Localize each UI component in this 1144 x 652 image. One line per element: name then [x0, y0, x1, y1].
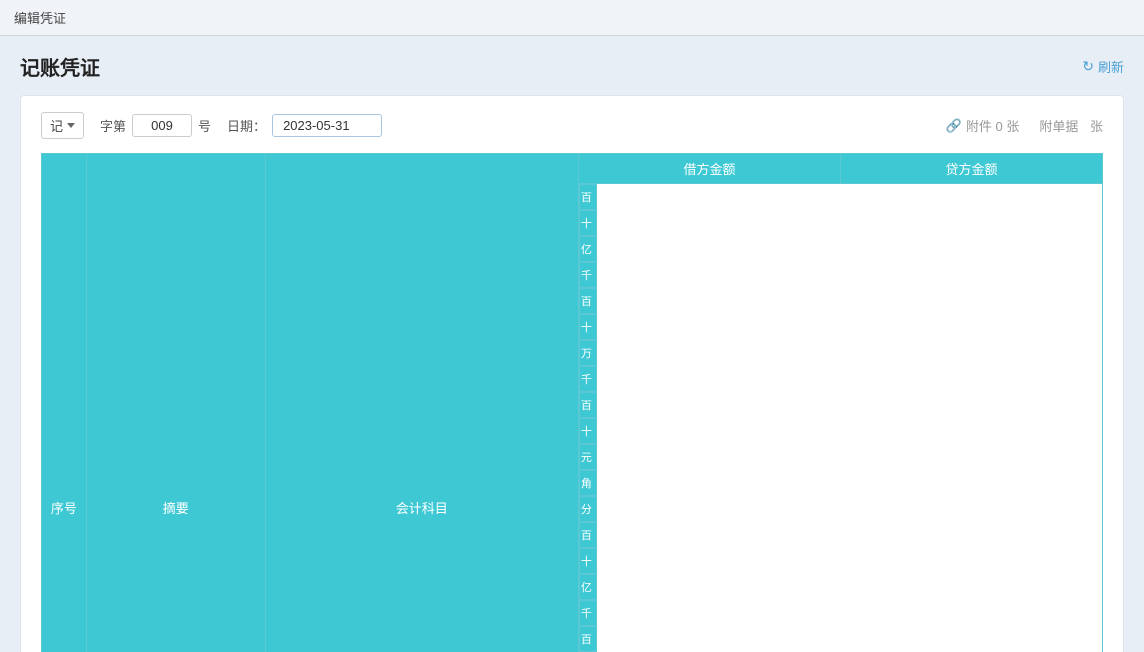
col-header-summary: 摘要	[86, 154, 265, 652]
debit-digit-header: 百	[579, 288, 597, 314]
zi-label: 字第	[100, 116, 126, 135]
debit-digit-header: 百	[579, 392, 597, 418]
date-label: 日期：	[227, 116, 266, 135]
credit-digit-header: 百	[579, 626, 597, 652]
sheets-unit: 张	[1090, 116, 1103, 135]
refresh-label: 刷新	[1098, 57, 1124, 76]
debit-digit-header: 亿	[579, 236, 597, 262]
sheets-label: 附单据	[1039, 116, 1078, 135]
form-row: 记 字第 号 日期： 🔗 附件 0 张 附单据	[41, 112, 1103, 139]
type-dropdown[interactable]: 记	[41, 112, 84, 139]
type-value: 记	[50, 116, 63, 135]
credit-digit-header: 千	[579, 600, 597, 626]
attachment-label: 附件 0 张	[966, 116, 1019, 135]
debit-digit-header: 万	[579, 340, 597, 366]
window-title: 编辑凭证	[14, 8, 66, 27]
attachment-link[interactable]: 🔗 附件 0 张	[946, 116, 1020, 135]
hao-label: 号	[198, 116, 211, 135]
number-field: 字第 号	[100, 114, 211, 137]
window-titlebar: 编辑凭证	[0, 0, 1144, 36]
voucher-table: 序号 摘要 会计科目 借方金额 贷方金额 百十亿千百十万千百十元角分百十亿千百十…	[41, 153, 1103, 652]
debit-digit-header: 十	[579, 418, 597, 444]
type-field: 记	[41, 112, 84, 139]
credit-digit-header: 亿	[579, 574, 597, 600]
debit-digit-header: 分	[579, 496, 597, 522]
page-title: 记账凭证	[20, 52, 100, 81]
attachment-icon: 🔗	[946, 118, 962, 134]
credit-digit-header: 十	[579, 548, 597, 574]
debit-digit-header: 百	[579, 184, 597, 210]
debit-digit-header: 千	[579, 366, 597, 392]
col-header-account: 会计科目	[265, 154, 578, 652]
right-controls: 🔗 附件 0 张 附单据 张	[946, 116, 1103, 135]
debit-digit-header: 十	[579, 210, 597, 236]
refresh-icon: ↻	[1082, 58, 1094, 75]
sheets-field[interactable]: 附单据 张	[1039, 116, 1103, 135]
main-area: 记账凭证 ↻ 刷新 记 字第 号 日期：	[0, 36, 1144, 652]
col-header-debit: 借方金额	[578, 154, 840, 184]
credit-digit-header: 百	[579, 522, 597, 548]
page-header: 记账凭证 ↻ 刷新	[20, 52, 1124, 81]
debit-digit-header: 十	[579, 314, 597, 340]
col-header-credit: 贷方金额	[841, 154, 1103, 184]
debit-digit-header: 角	[579, 470, 597, 496]
type-chevron-icon	[67, 123, 75, 128]
debit-digit-header: 元	[579, 444, 597, 470]
col-header-seq: 序号	[42, 154, 87, 652]
debit-digit-header: 千	[579, 262, 597, 288]
refresh-button[interactable]: ↻ 刷新	[1082, 57, 1124, 76]
voucher-card: 记 字第 号 日期： 🔗 附件 0 张 附单据	[20, 95, 1124, 652]
date-field: 日期：	[227, 114, 382, 137]
table-container: 序号 摘要 会计科目 借方金额 贷方金额 百十亿千百十万千百十元角分百十亿千百十…	[41, 153, 1103, 652]
number-input[interactable]	[132, 114, 192, 137]
date-input[interactable]	[272, 114, 382, 137]
